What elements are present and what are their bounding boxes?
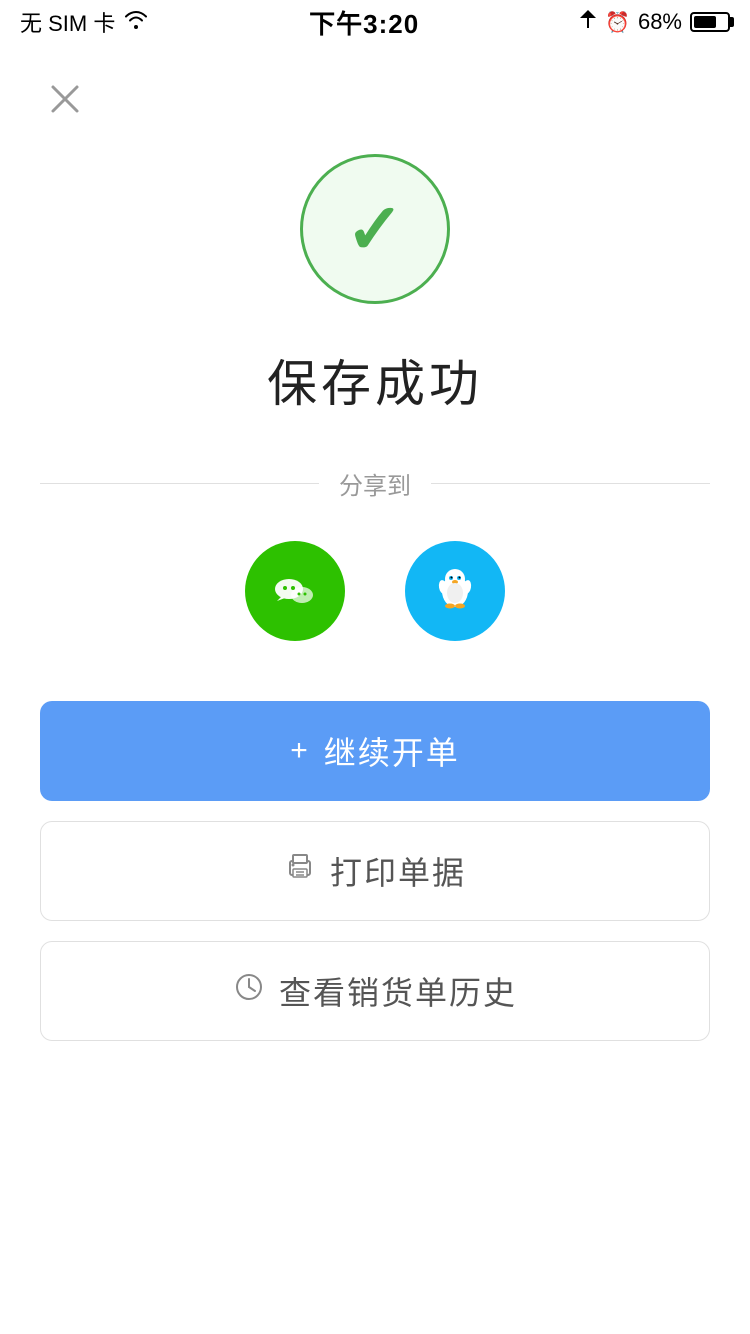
- close-button[interactable]: [40, 74, 90, 124]
- wechat-share-button[interactable]: [245, 541, 345, 641]
- location-icon: [579, 9, 597, 35]
- carrier-text: 无 SIM 卡: [20, 6, 115, 38]
- success-circle: ✓: [300, 154, 450, 304]
- clock-icon: [233, 971, 265, 1011]
- status-left: 无 SIM 卡: [20, 6, 149, 38]
- printer-icon: [284, 851, 316, 891]
- success-title: 保存成功: [267, 344, 483, 416]
- divider-line-right: [431, 483, 710, 484]
- qq-share-button[interactable]: [405, 541, 505, 641]
- history-label: 查看销货单历史: [279, 968, 517, 1014]
- print-label: 打印单据: [330, 848, 466, 894]
- plus-icon: +: [290, 734, 310, 768]
- checkmark-icon: ✓: [346, 194, 405, 264]
- continue-label: 继续开单: [324, 728, 460, 774]
- main-content: ✓ 保存成功 分享到: [0, 44, 750, 1334]
- battery-percent: 68%: [638, 9, 682, 35]
- status-time: 下午3:20: [309, 4, 419, 41]
- qq-icon: [427, 563, 483, 619]
- battery-icon: [690, 12, 730, 32]
- divider-line-left: [40, 483, 319, 484]
- share-label: 分享到: [339, 466, 411, 501]
- continue-button[interactable]: + 继续开单: [40, 701, 710, 801]
- print-button[interactable]: 打印单据: [40, 821, 710, 921]
- status-bar: 无 SIM 卡 下午3:20 ⏰ 68%: [0, 0, 750, 44]
- alarm-icon: ⏰: [605, 10, 630, 35]
- history-button[interactable]: 查看销货单历史: [40, 941, 710, 1041]
- status-right: ⏰ 68%: [579, 9, 730, 35]
- close-icon: [49, 83, 81, 115]
- share-icons: [245, 541, 505, 641]
- share-divider: 分享到: [40, 466, 710, 501]
- wifi-icon: [123, 9, 149, 35]
- wechat-icon: [267, 563, 323, 619]
- button-container: + 继续开单 打印单据: [40, 701, 710, 1041]
